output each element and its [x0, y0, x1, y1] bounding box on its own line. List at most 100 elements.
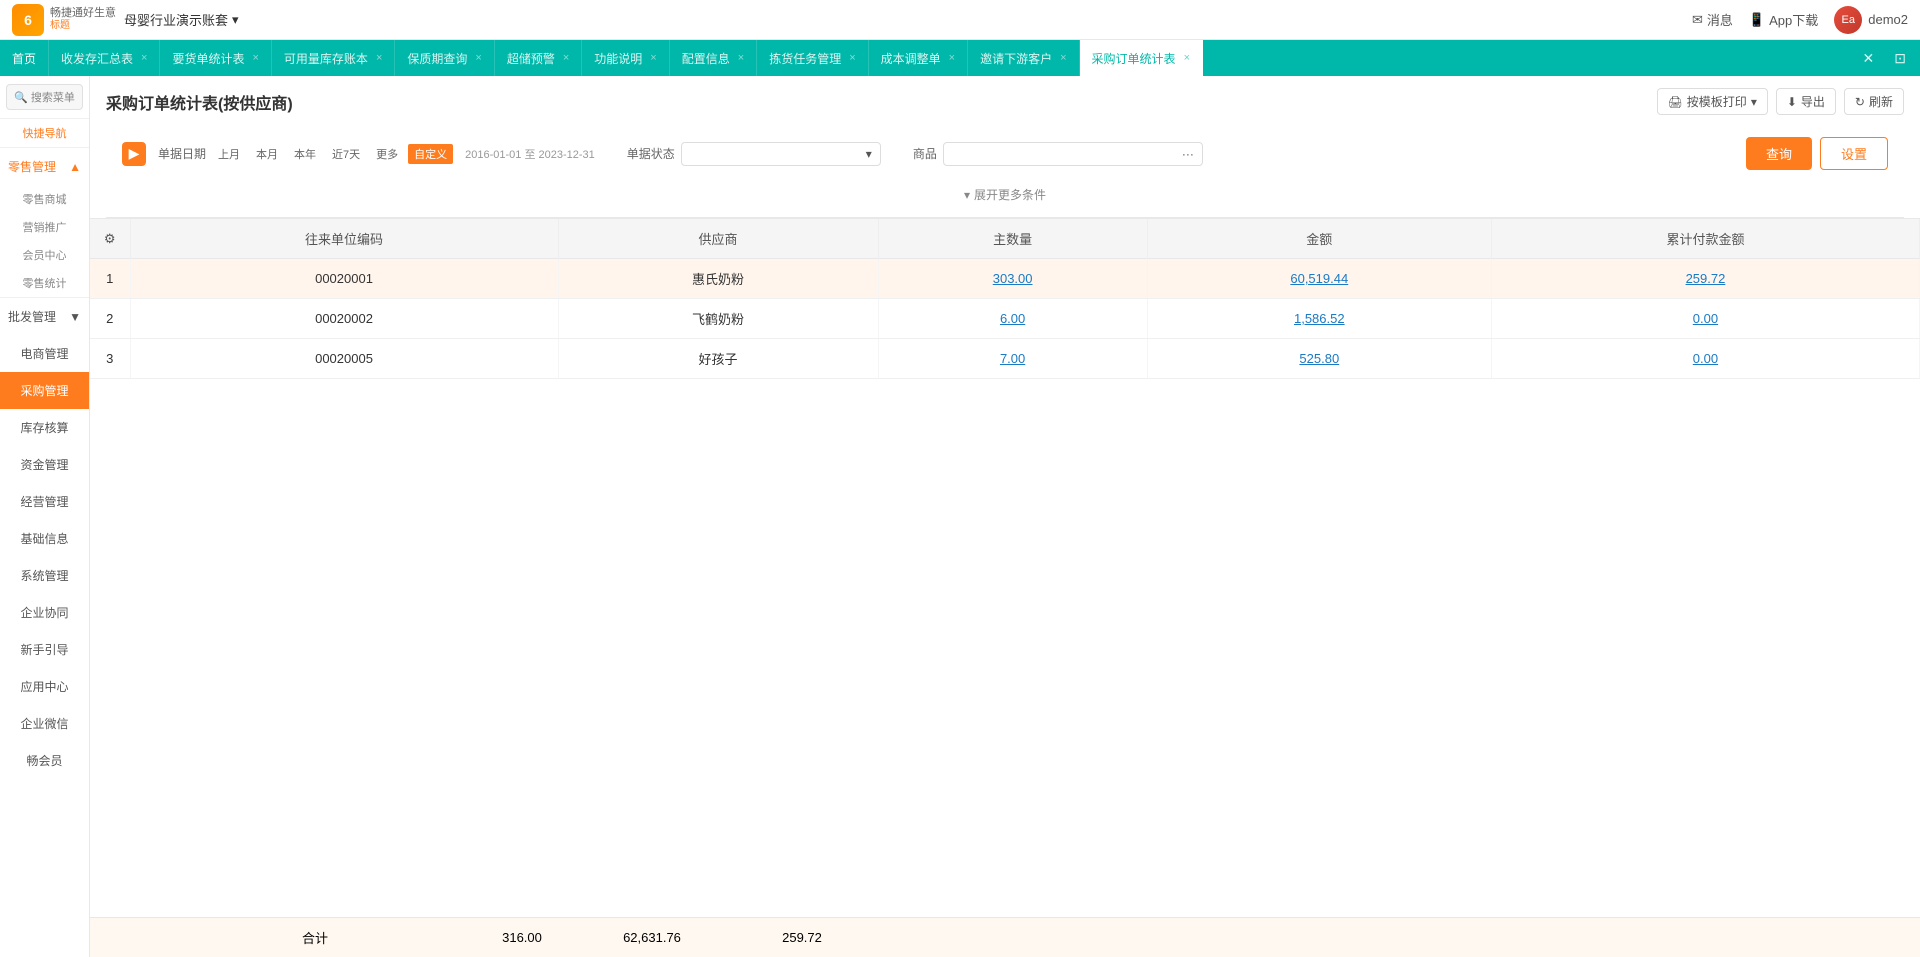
close-icon[interactable]: × [563, 52, 569, 64]
close-icon[interactable]: × [141, 52, 147, 64]
print-icon: 🖨 [1668, 95, 1683, 109]
search-icon: 🔍 [14, 91, 28, 104]
tab-收发存汇总表[interactable]: 收发存汇总表 × [49, 40, 160, 76]
close-icon[interactable]: × [1060, 52, 1066, 64]
filter-row-1: ▶ 单据日期 上月 本月 本年 近7天 更多 自定义 2016-0 [122, 127, 1888, 180]
status-select[interactable]: ▾ [681, 142, 881, 166]
sidebar: 🔍 搜索菜单 快捷导航 零售管理 ▲ 零售商城 营销推广 会员中心 零售统计 [0, 76, 90, 957]
tab-home[interactable]: 首页 [0, 40, 49, 76]
sidebar-item-基础信息[interactable]: 基础信息 [0, 520, 89, 557]
col-supplier: 供应商 [558, 219, 878, 259]
footer-qty: 316.00 [462, 930, 582, 945]
cell-paid[interactable]: 259.72 [1491, 259, 1919, 299]
setting-button[interactable]: 设置 [1820, 137, 1888, 170]
sidebar-item-电商管理[interactable]: 电商管理 [0, 335, 89, 372]
cell-qty[interactable]: 7.00 [878, 339, 1147, 379]
workspace-selector[interactable]: 母婴行业演示账套 ▾ [124, 10, 239, 29]
date-btn-7days[interactable]: 近7天 [326, 144, 366, 164]
sidebar-item-零售统计[interactable]: 零售统计 [0, 269, 89, 297]
app-download-link[interactable]: 📱 App下载 [1749, 10, 1818, 29]
tab-超储预警[interactable]: 超储预警 × [495, 40, 582, 76]
sidebar-item-零售管理[interactable]: 零售管理 ▲ [0, 148, 89, 185]
page-actions: 🖨 按模板打印 ▾ ⬇ 导出 ↻ 刷新 [1657, 88, 1904, 115]
tab-拣货任务管理[interactable]: 拣货任务管理 × [757, 40, 868, 76]
app-icon: 📱 [1749, 12, 1765, 28]
sidebar-item-企业协同[interactable]: 企业协同 [0, 594, 89, 631]
filter-collapse-button[interactable]: ▶ [122, 142, 146, 166]
cell-amount[interactable]: 60,519.44 [1147, 259, 1491, 299]
cell-qty[interactable]: 6.00 [878, 299, 1147, 339]
sidebar-item-资金管理[interactable]: 资金管理 [0, 446, 89, 483]
cell-code: 00020005 [130, 339, 558, 379]
message-link[interactable]: ✉ 消息 [1692, 10, 1733, 29]
print-button[interactable]: 🖨 按模板打印 ▾ [1657, 88, 1768, 115]
tab-配置信息[interactable]: 配置信息 × [670, 40, 757, 76]
search-menu-button[interactable]: 🔍 搜索菜单 [6, 84, 83, 110]
logo-icon: 6 [12, 4, 44, 36]
tab-采购订单统计表[interactable]: 采购订单统计表 × [1080, 40, 1203, 76]
sidebar-item-批发管理[interactable]: 批发管理 ▼ [0, 298, 89, 335]
date-btn-more[interactable]: 更多 [370, 144, 404, 164]
date-btn-this-year[interactable]: 本年 [288, 144, 322, 164]
tab-邀请下游客户[interactable]: 邀请下游客户 × [968, 40, 1079, 76]
cell-paid[interactable]: 0.00 [1491, 299, 1919, 339]
sidebar-item-企业微信[interactable]: 企业微信 [0, 705, 89, 742]
table-footer: 合计 316.00 62,631.76 259.72 [90, 917, 1920, 957]
sidebar-item-应用中心[interactable]: 应用中心 [0, 668, 89, 705]
sidebar-item-采购管理[interactable]: 采购管理 [0, 372, 89, 409]
query-button[interactable]: 查询 [1746, 137, 1812, 170]
sidebar-item-系统管理[interactable]: 系统管理 [0, 557, 89, 594]
cell-paid[interactable]: 0.00 [1491, 339, 1919, 379]
filter-section: ▶ 单据日期 上月 本月 本年 近7天 更多 自定义 2016-0 [106, 127, 1904, 218]
chevron-down-icon: ▾ [232, 12, 239, 28]
date-btn-custom[interactable]: 自定义 [408, 144, 453, 164]
close-icon[interactable]: × [376, 52, 382, 64]
tab-功能说明[interactable]: 功能说明 × [582, 40, 669, 76]
close-icon[interactable]: × [650, 52, 656, 64]
quick-nav-button[interactable]: 快捷导航 [0, 119, 89, 148]
refresh-button[interactable]: ↻ 刷新 [1844, 88, 1904, 115]
expand-more-button[interactable]: ▾ 展开更多条件 [122, 180, 1888, 209]
tab-可用量库存账本[interactable]: 可用量库存账本 × [272, 40, 395, 76]
sidebar-item-畅会员[interactable]: 畅会员 [0, 742, 89, 779]
export-icon: ⬇ [1787, 95, 1797, 109]
close-icon[interactable]: × [475, 52, 481, 64]
date-shortcuts: 上月 本月 本年 近7天 更多 自定义 [212, 144, 453, 164]
message-icon: ✉ [1692, 12, 1703, 28]
sidebar-item-库存核算[interactable]: 库存核算 [0, 409, 89, 446]
cell-amount[interactable]: 1,586.52 [1147, 299, 1491, 339]
tab-保质期查询[interactable]: 保质期查询 × [395, 40, 494, 76]
top-bar-left: 6 畅捷通好生意 标题 母婴行业演示账套 ▾ [12, 4, 239, 36]
cell-supplier: 惠氏奶粉 [558, 259, 878, 299]
cell-amount[interactable]: 525.80 [1147, 339, 1491, 379]
sidebar-item-新手引导[interactable]: 新手引导 [0, 631, 89, 668]
goods-filter-group: 商品 ··· [913, 142, 1203, 166]
more-icon[interactable]: ··· [1182, 147, 1194, 161]
close-icon[interactable]: × [849, 52, 855, 64]
close-icon[interactable]: × [949, 52, 955, 64]
sidebar-item-零售商城[interactable]: 零售商城 [0, 185, 89, 213]
sidebar-item-经营管理[interactable]: 经营管理 [0, 483, 89, 520]
footer-paid: 259.72 [722, 930, 882, 945]
user-menu[interactable]: Ea demo2 [1834, 6, 1908, 34]
sidebar-item-营销推广[interactable]: 营销推广 [0, 213, 89, 241]
close-icon[interactable]: × [738, 52, 744, 64]
close-icon[interactable]: × [252, 52, 258, 64]
close-window-btn[interactable]: ✕ [1857, 48, 1881, 69]
goods-input[interactable]: ··· [943, 142, 1203, 166]
settings-icon: ⚙ [104, 231, 116, 246]
data-table: ⚙ 往来单位编码 供应商 主数量 金额 累计付款金额 1 00020001 惠氏… [90, 219, 1920, 379]
table-row: 2 00020002 飞鹤奶粉 6.00 1,586.52 0.00 [90, 299, 1920, 339]
sidebar-item-会员中心[interactable]: 会员中心 [0, 241, 89, 269]
date-btn-this-month[interactable]: 本月 [250, 144, 284, 164]
col-settings[interactable]: ⚙ [90, 219, 130, 259]
close-icon[interactable]: × [1184, 52, 1190, 64]
restore-window-btn[interactable]: ⊡ [1888, 48, 1912, 69]
avatar: Ea [1834, 6, 1862, 34]
tab-成本调整单[interactable]: 成本调整单 × [869, 40, 968, 76]
tab-要货单统计表[interactable]: 要货单统计表 × [160, 40, 271, 76]
cell-qty[interactable]: 303.00 [878, 259, 1147, 299]
export-button[interactable]: ⬇ 导出 [1776, 88, 1836, 115]
date-btn-last-month[interactable]: 上月 [212, 144, 246, 164]
goods-label: 商品 [913, 145, 937, 162]
